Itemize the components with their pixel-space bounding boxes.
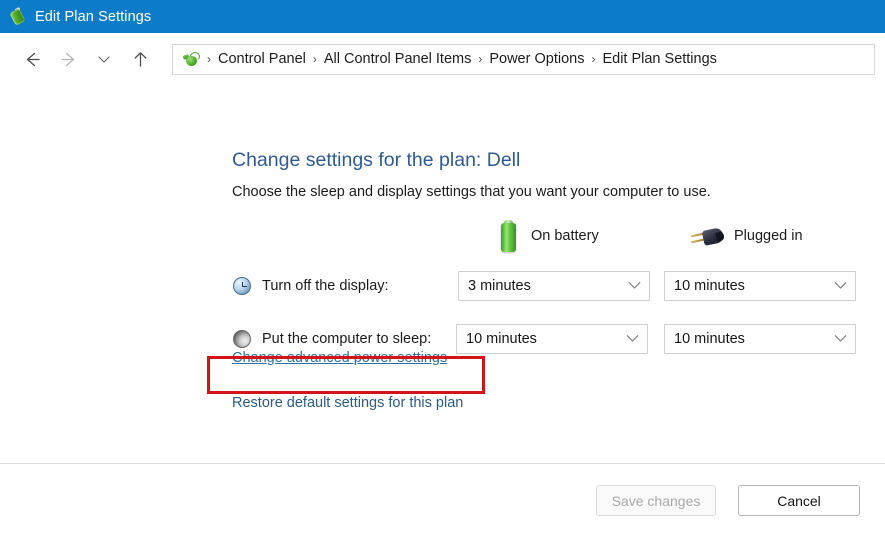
breadcrumb-item-control-panel[interactable]: Control Panel	[214, 51, 310, 67]
sleep-icon	[232, 329, 253, 350]
display-timeout-battery-dropdown[interactable]: 3 minutes	[458, 271, 650, 301]
up-arrow-icon[interactable]	[122, 42, 158, 76]
footer-actions: Save changes Cancel	[0, 464, 885, 541]
control-panel-icon	[182, 51, 200, 68]
dropdown-value: 10 minutes	[674, 331, 745, 347]
address-bar[interactable]: › Control Panel › All Control Panel Item…	[172, 43, 875, 75]
forward-arrow-icon[interactable]	[50, 42, 86, 76]
dropdown-value: 10 minutes	[674, 278, 745, 294]
cancel-button[interactable]: Cancel	[738, 485, 860, 516]
breadcrumb-separator: ›	[312, 52, 317, 66]
change-advanced-power-settings-link[interactable]: Change advanced power settings	[232, 350, 447, 366]
restore-default-settings-link[interactable]: Restore default settings for this plan	[232, 395, 463, 411]
breadcrumb-item-edit-plan-settings[interactable]: Edit Plan Settings	[598, 51, 720, 67]
breadcrumb-separator: ›	[207, 52, 211, 66]
dropdown-value: 3 minutes	[468, 278, 531, 294]
battery-icon	[495, 219, 521, 253]
clock-icon	[232, 276, 253, 297]
breadcrumb-separator: ›	[478, 52, 483, 66]
breadcrumb-item-all-control-panel-items[interactable]: All Control Panel Items	[320, 51, 475, 67]
column-header-label: On battery	[531, 228, 599, 244]
window-title: Edit Plan Settings	[35, 8, 152, 25]
chevron-down-icon	[834, 277, 847, 295]
save-changes-button[interactable]: Save changes	[596, 485, 716, 516]
setting-row-label-group: Turn off the display:	[232, 271, 389, 301]
dropdown-value: 10 minutes	[466, 331, 537, 347]
setting-row-label: Put the computer to sleep:	[262, 331, 432, 347]
power-plug-icon	[690, 223, 725, 249]
battery-icon	[8, 6, 26, 26]
column-header-on-battery: On battery	[495, 215, 599, 257]
chevron-down-icon[interactable]	[86, 42, 122, 76]
setting-row-turn-off-display: Turn off the display: 3 minutes 10 minut…	[232, 271, 872, 301]
setting-row-label: Turn off the display:	[262, 278, 389, 294]
column-header-plugged-in: Plugged in	[690, 215, 803, 257]
page-subtitle: Choose the sleep and display settings th…	[232, 184, 711, 200]
chevron-down-icon	[626, 330, 639, 348]
sleep-timeout-battery-dropdown[interactable]: 10 minutes	[456, 324, 648, 354]
page-title: Change settings for the plan: Dell	[232, 149, 521, 171]
column-headers: On battery Plugged in	[232, 215, 872, 257]
back-arrow-icon[interactable]	[14, 42, 50, 76]
breadcrumb-separator: ›	[591, 52, 596, 66]
chevron-down-icon	[834, 330, 847, 348]
display-timeout-plugged-dropdown[interactable]: 10 minutes	[664, 271, 856, 301]
column-header-label: Plugged in	[734, 228, 803, 244]
window-title-bar: Edit Plan Settings	[0, 0, 885, 33]
navigation-bar: › Control Panel › All Control Panel Item…	[0, 33, 885, 85]
chevron-down-icon	[628, 277, 641, 295]
content-area: Change settings for the plan: Dell Choos…	[0, 85, 885, 495]
sleep-timeout-plugged-dropdown[interactable]: 10 minutes	[664, 324, 856, 354]
breadcrumb-item-power-options[interactable]: Power Options	[485, 51, 588, 67]
